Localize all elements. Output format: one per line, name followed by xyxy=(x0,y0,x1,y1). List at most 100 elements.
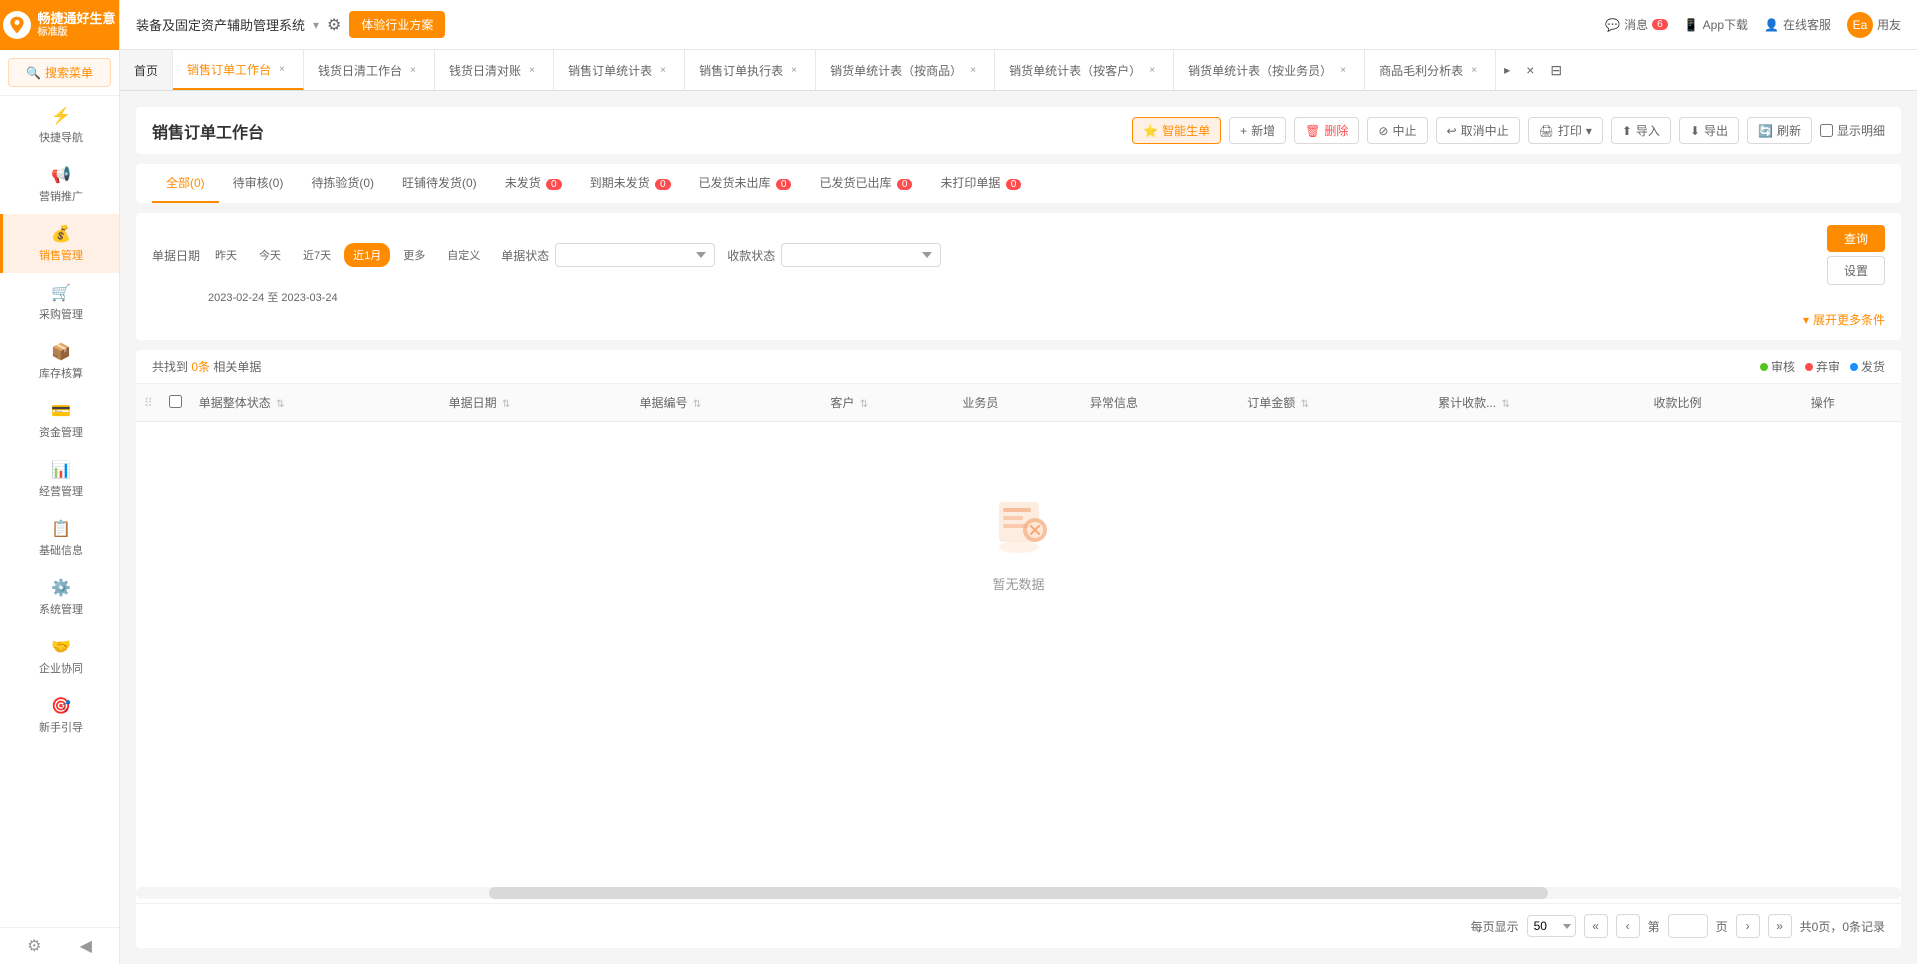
add-button[interactable]: + 新增 xyxy=(1229,117,1286,144)
select-all-checkbox[interactable] xyxy=(169,395,182,408)
table-count: 共找到 0条 相关单据 xyxy=(152,358,261,375)
tab-product-margin[interactable]: 商品毛利分析表 × xyxy=(1365,50,1496,90)
scroll-thumb[interactable] xyxy=(489,887,1548,899)
delete-button[interactable]: 🗑 删除 xyxy=(1294,117,1359,144)
th-check xyxy=(161,384,191,422)
tab-cash-daily[interactable]: 钱货日清工作台 × xyxy=(304,50,435,90)
filter-tab-shipped-out[interactable]: 已发货已出库 0 xyxy=(805,164,926,203)
close-tab-sales-exec[interactable]: × xyxy=(787,63,801,77)
close-tab-cash-daily[interactable]: × xyxy=(406,63,420,77)
settings-button[interactable]: 设置 xyxy=(1827,256,1885,285)
tab-cash-reconcile[interactable]: 钱货日清对账 × xyxy=(435,50,554,90)
export-button[interactable]: ⬇ 导出 xyxy=(1679,117,1739,144)
tab-nav-more-button[interactable]: ▸ xyxy=(1496,50,1518,90)
date-yesterday[interactable]: 昨天 xyxy=(206,243,246,267)
show-detail-checkbox[interactable]: 显示明细 xyxy=(1820,122,1885,139)
search-menu-button[interactable]: 🔍 搜索菜单 xyxy=(8,58,111,87)
sort-customer-icon[interactable]: ⇅ xyxy=(860,399,868,410)
print-icon: 🖨 xyxy=(1539,124,1554,138)
print-button[interactable]: 🖨 打印 ▾ xyxy=(1528,117,1603,144)
stop-button[interactable]: ⊘ 中止 xyxy=(1367,117,1427,144)
close-tab-sales-stat[interactable]: × xyxy=(656,63,670,77)
sidebar-item-cooperation[interactable]: 🤝 企业协同 xyxy=(0,627,119,686)
table-area: 共找到 0条 相关单据 审核 弃审 发货 xyxy=(136,350,1901,948)
review-action-button[interactable]: 审核 xyxy=(1760,358,1795,375)
date-custom[interactable]: 自定义 xyxy=(438,243,489,267)
tab-sale-stat-staff[interactable]: 销货单统计表（按业务员） × xyxy=(1174,50,1365,90)
filter-tab-all[interactable]: 全部(0) xyxy=(152,164,219,203)
page-size-select[interactable]: 50 10 20 100 xyxy=(1527,915,1576,937)
next-page-button[interactable]: › xyxy=(1736,914,1760,938)
app-download-button[interactable]: 📱 App下载 xyxy=(1684,16,1748,33)
tab-home[interactable]: 首页 xyxy=(120,50,173,90)
sidebar-item-finance[interactable]: 💳 资金管理 xyxy=(0,391,119,450)
message-button[interactable]: 💬 消息 6 xyxy=(1605,16,1668,33)
expand-conditions-button[interactable]: ▾ 展开更多条件 xyxy=(1803,311,1885,328)
show-detail-input[interactable] xyxy=(1820,124,1833,137)
cancel-review-action-button[interactable]: 弃审 xyxy=(1805,358,1840,375)
empty-illustration xyxy=(979,482,1059,562)
page-number-input[interactable]: 1 xyxy=(1668,914,1708,938)
close-tab-sales-order[interactable]: × xyxy=(275,62,289,76)
close-tab-product-margin[interactable]: × xyxy=(1467,63,1481,77)
ai-generate-button[interactable]: ⭐ 智能生单 xyxy=(1132,117,1221,144)
date-1month[interactable]: 近1月 xyxy=(344,243,390,267)
online-service-button[interactable]: 👤 在线客服 xyxy=(1764,16,1831,33)
last-page-button[interactable]: » xyxy=(1768,914,1792,938)
close-all-tabs-button[interactable]: × xyxy=(1518,50,1542,90)
filter-tab-not-printed[interactable]: 未打印单据 0 xyxy=(926,164,1035,203)
inventory-icon: 📦 xyxy=(51,342,71,362)
sidebar-item-system[interactable]: ⚙️ 系统管理 xyxy=(0,568,119,627)
date-7days[interactable]: 近7天 xyxy=(294,243,340,267)
close-tab-cash-reconcile[interactable]: × xyxy=(525,63,539,77)
horizontal-scrollbar[interactable] xyxy=(136,887,1901,899)
sidebar-item-operations[interactable]: 📊 经营管理 xyxy=(0,450,119,509)
refresh-button[interactable]: 🔄 刷新 xyxy=(1747,117,1812,144)
tab-sales-exec[interactable]: 销售订单执行表 × xyxy=(685,50,816,90)
minimize-tabs-button[interactable]: ⊟ xyxy=(1542,50,1570,90)
industry-solution-button[interactable]: 体验行业方案 xyxy=(349,11,445,38)
user-profile-button[interactable]: Ea 用友 xyxy=(1847,12,1901,38)
tab-sale-stat-customer[interactable]: 销货单统计表（按客户） × xyxy=(995,50,1174,90)
sidebar-item-basic-info[interactable]: 📋 基础信息 xyxy=(0,509,119,568)
filter-tab-not-shipped[interactable]: 未发货 0 xyxy=(491,164,576,203)
collapse-sidebar-button[interactable]: ◀ xyxy=(80,936,92,956)
prev-page-button[interactable]: ‹ xyxy=(1616,914,1640,938)
sidebar-item-guide[interactable]: 🎯 新手引导 xyxy=(0,686,119,745)
query-button[interactable]: 查询 xyxy=(1827,225,1885,252)
sort-amount-icon[interactable]: ⇅ xyxy=(1301,399,1309,410)
filter-tab-pending-inspect[interactable]: 待拣验货(0) xyxy=(297,164,388,203)
sort-status-icon[interactable]: ⇅ xyxy=(276,399,284,410)
sort-date-icon[interactable]: ⇅ xyxy=(502,399,510,410)
filter-tab-wangpu-pending[interactable]: 旺铺待发货(0) xyxy=(388,164,491,203)
sort-number-icon[interactable]: ⇅ xyxy=(693,399,701,410)
sidebar-item-quick-nav[interactable]: ⚡ 快捷导航 xyxy=(0,96,119,155)
sidebar-item-inventory[interactable]: 📦 库存核算 xyxy=(0,332,119,391)
cancel-stop-button[interactable]: ↩ 取消中止 xyxy=(1436,117,1520,144)
filter-tab-overdue[interactable]: 到期未发货 0 xyxy=(576,164,685,203)
payment-select[interactable] xyxy=(781,243,941,267)
date-more[interactable]: 更多 xyxy=(394,243,434,267)
search-filter: 单据日期 昨天 今天 近7天 近1月 更多 自定义 单据状态 xyxy=(136,213,1901,340)
close-tab-sale-stat-staff[interactable]: × xyxy=(1336,63,1350,77)
ship-action-button[interactable]: 发货 xyxy=(1850,358,1885,375)
topbar-gear-icon[interactable]: ⚙ xyxy=(327,15,341,35)
sidebar-item-purchase[interactable]: 🛒 采购管理 xyxy=(0,273,119,332)
tab-sales-order[interactable]: 销售订单工作台 × xyxy=(173,50,304,90)
filter-tab-pending-review[interactable]: 待审核(0) xyxy=(219,164,298,203)
settings-footer-button[interactable]: ⚙ xyxy=(27,936,41,956)
sort-collected-icon[interactable]: ⇅ xyxy=(1501,399,1509,410)
first-page-button[interactable]: « xyxy=(1584,914,1608,938)
tab-sales-stat[interactable]: 销售订单统计表 × xyxy=(554,50,685,90)
sidebar-item-marketing[interactable]: 📢 营销推广 xyxy=(0,155,119,214)
import-button[interactable]: ⬆ 导入 xyxy=(1611,117,1671,144)
sidebar-nav: ⚡ 快捷导航 📢 营销推广 💰 销售管理 🛒 采购管理 📦 库存核算 💳 资金管… xyxy=(0,96,119,927)
date-today[interactable]: 今天 xyxy=(250,243,290,267)
tab-sale-stat-product[interactable]: 销货单统计表（按商品） × xyxy=(816,50,995,90)
not-printed-badge: 0 xyxy=(1006,179,1022,190)
status-select[interactable] xyxy=(555,243,715,267)
sidebar-item-sales[interactable]: 💰 销售管理 xyxy=(0,214,119,273)
close-tab-sale-stat-customer[interactable]: × xyxy=(1145,63,1159,77)
close-tab-sale-stat-product[interactable]: × xyxy=(966,63,980,77)
filter-tab-shipped-not-out[interactable]: 已发货未出库 0 xyxy=(685,164,806,203)
